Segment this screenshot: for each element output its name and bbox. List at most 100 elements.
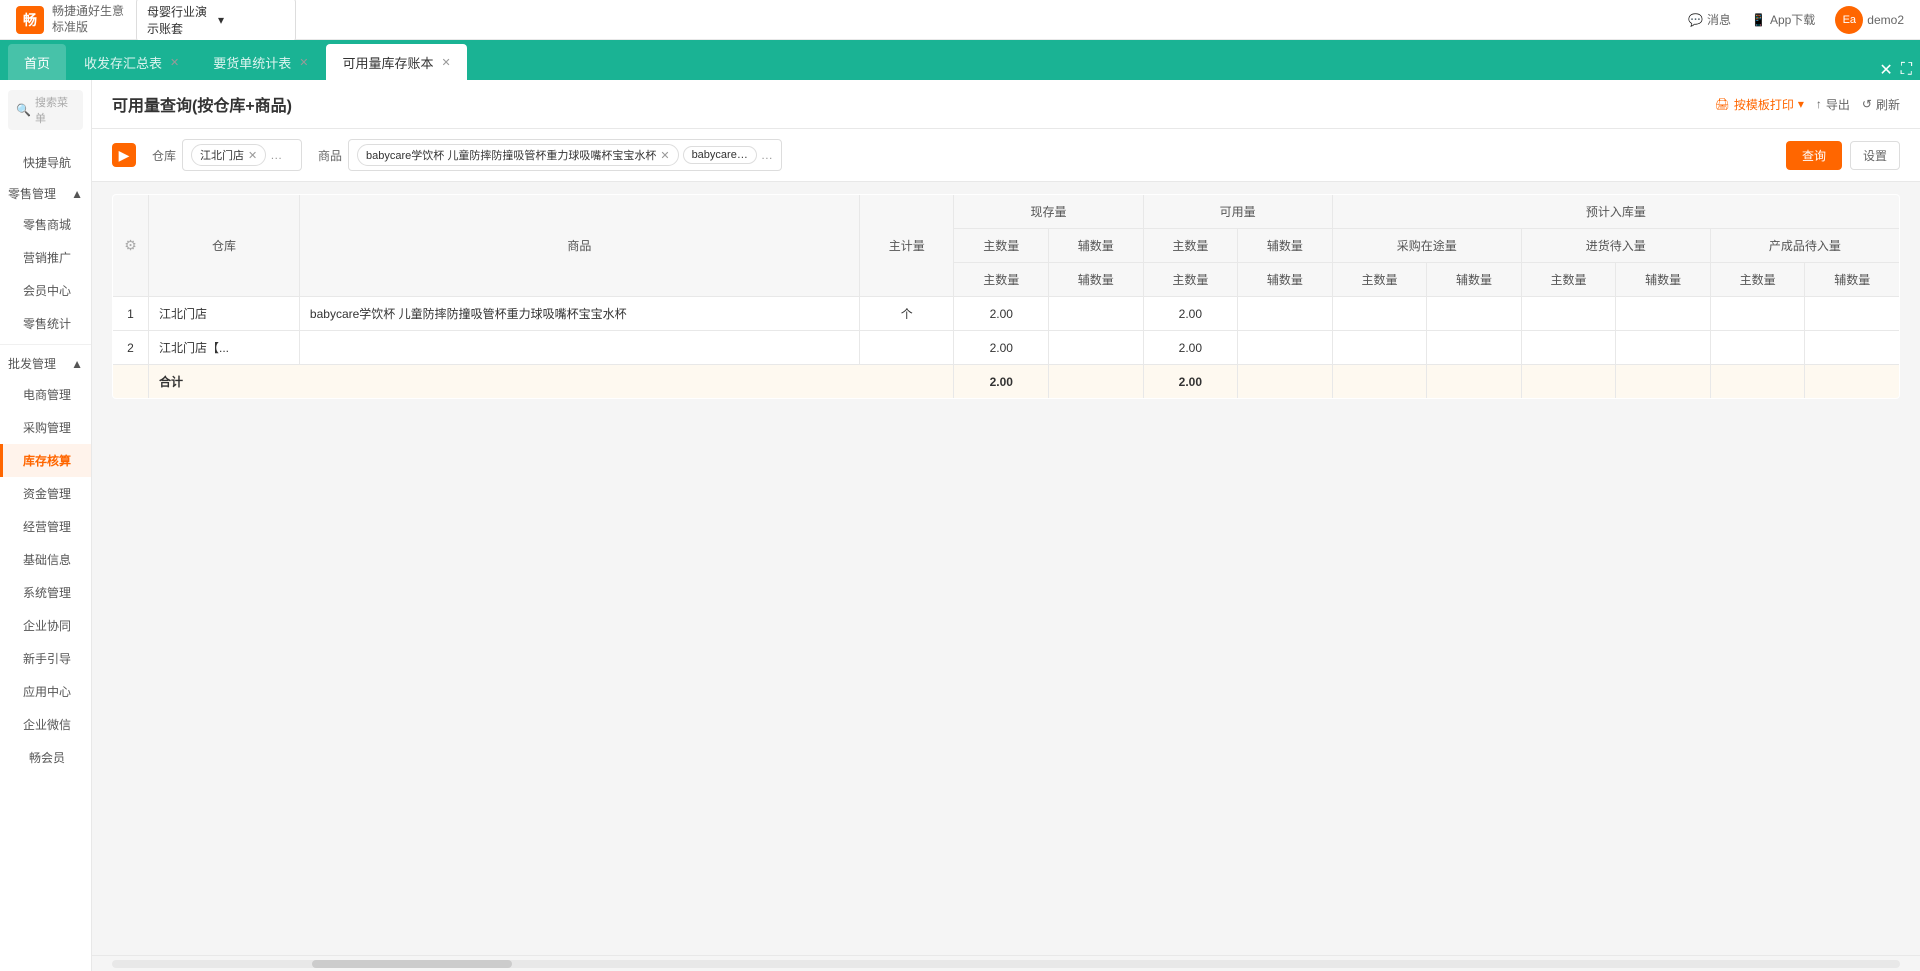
sidebar-item-quick-nav[interactable]: 快捷导航 [0,146,91,179]
th-stock-main: 主数量 [954,229,1049,263]
nav-tabs: 首页 收发存汇总表 ✕ 要货单统计表 ✕ 可用量库存账本 ✕ ✕ ⛶ [0,40,1920,80]
chevron-icon: ▲ [71,187,83,201]
chevron-down-icon: ▾ [218,13,285,27]
app-download-btn[interactable]: 📱 App下载 [1751,11,1815,28]
sidebar-item-inventory[interactable]: 库存核算 [0,444,91,477]
logo-icon: 畅 [16,6,44,34]
footer-prd-main [1710,365,1805,399]
sidebar-item-newbie[interactable]: 新手引导 [0,642,91,675]
sidebar-item-member2[interactable]: 畅会员 [0,741,91,774]
td-pt-main [1332,331,1427,365]
main-layout: 🔍 搜索菜单 快捷导航 零售管理 ▲ 零售商城 营销推广 会员中心 零售统计 [0,80,1920,971]
td-product [299,331,859,365]
close-available-stock-icon[interactable]: ✕ [442,56,451,69]
footer-pt-main [1332,365,1427,399]
td-pp-aux [1616,331,1711,365]
td-unit: 个 [859,297,954,331]
footer-label: 合计 [149,365,954,399]
filter-bar: ▶ 仓库 江北门店 ✕ … 商品 babycare学饮杯 儿童防摔防撞吸管杯重力… [92,129,1920,182]
table-row: 1 江北门店 babycare学饮杯 儿童防摔防撞吸管杯重力球吸嘴杯宝宝水杯 个… [113,297,1900,331]
sidebar-item-ops[interactable]: 经营管理 [0,510,91,543]
th-pt-main: 主数量 [1332,263,1427,297]
industry-selector[interactable]: 母婴行业演示账套 ▾ [136,0,296,42]
close-window-icon[interactable]: ✕ [1879,60,1892,80]
sidebar-item-ecom[interactable]: 电商管理 [0,378,91,411]
td-warehouse: 江北门店 [149,297,300,331]
th-pp-main: 主数量 [1521,263,1616,297]
message-btn[interactable]: 💬 消息 [1688,11,1731,28]
refresh-icon: ↺ [1862,97,1872,111]
print-chevron-icon: ▾ [1798,97,1804,111]
sidebar-item-collab[interactable]: 企业协同 [0,609,91,642]
sidebar-item-corp-wechat[interactable]: 企业微信 [0,708,91,741]
sidebar-search-area: 🔍 搜索菜单 [0,80,91,140]
user-menu[interactable]: Ea demo2 [1835,6,1904,34]
th-product: 商品 [299,195,859,297]
scroll-track[interactable] [112,960,1900,968]
top-bar: 畅 畅捷通好生意 标准版 母婴行业演示账套 ▾ 💬 消息 📱 App下载 Ea … [0,0,1920,40]
sidebar-group-wholesale[interactable]: 批发管理 ▲ [0,349,91,378]
nav-tabs-actions: ✕ ⛶ [1879,60,1912,80]
td-pp-main [1521,297,1616,331]
product-input[interactable]: babycare学饮杯 儿童防摔防撞吸管杯重力球吸嘴杯宝宝水杯 ✕ babyca… [348,139,782,171]
page-title: 可用量查询(按仓库+商品) [112,92,292,116]
footer-pt-aux [1427,365,1522,399]
divider [0,344,91,345]
warehouse-tag: 江北门店 ✕ [191,144,266,166]
download-icon: 📱 [1751,13,1766,27]
close-order-stats-icon[interactable]: ✕ [299,56,308,69]
scroll-thumb[interactable] [312,960,512,968]
td-stock-aux [1049,331,1144,365]
tab-available-stock[interactable]: 可用量库存账本 ✕ [326,44,466,80]
search-menu-input[interactable]: 🔍 搜索菜单 [8,90,83,130]
th-incoming-group: 预计入库量 [1332,195,1899,229]
page-header: 可用量查询(按仓库+商品) 🖨 按模板打印 ▾ ↑ 导出 ↺ 刷新 [92,80,1920,129]
export-icon: ↑ [1816,97,1822,111]
filter-expand-btn[interactable]: ▶ [112,143,136,167]
td-stock-main: 2.00 [954,297,1049,331]
remove-warehouse-icon[interactable]: ✕ [248,149,257,162]
th-pt-aux: 辅数量 [1427,263,1522,297]
search-icon: 🔍 [16,103,31,117]
footer-row: 合计 2.00 2.00 [113,365,1900,399]
settings-icon[interactable]: ⚙ [124,237,137,253]
fullscreen-icon[interactable]: ⛶ [1901,61,1912,79]
refresh-btn[interactable]: ↺ 刷新 [1862,96,1900,113]
th-prd-aux: 辅数量 [1805,263,1900,297]
th-prd-main: 主数量 [1710,263,1805,297]
td-unit [859,331,954,365]
sidebar-group-retail[interactable]: 零售管理 ▲ [0,179,91,208]
table-container: ⚙ 仓库 商品 主计量 现存量 可用量 预计入库量 主数量 辅数量 主数量 辅数… [92,182,1920,955]
warehouse-filter: 仓库 江北门店 ✕ … [152,139,302,171]
th-warehouse: 仓库 [149,195,300,297]
footer-pp-main [1521,365,1616,399]
tab-receipts[interactable]: 收发存汇总表 ✕ [68,44,195,80]
sidebar-item-basic[interactable]: 基础信息 [0,543,91,576]
sidebar-item-finance[interactable]: 资金管理 [0,477,91,510]
print-btn[interactable]: 🖨 按模板打印 ▾ [1715,96,1804,113]
message-icon: 💬 [1688,13,1703,27]
sidebar-item-retail-stats[interactable]: 零售统计 [0,307,91,340]
close-receipts-icon[interactable]: ✕ [170,56,179,69]
warehouse-ellipsis[interactable]: … [270,148,282,162]
td-avail-main: 2.00 [1143,297,1238,331]
td-prd-main [1710,331,1805,365]
sidebar-item-member[interactable]: 会员中心 [0,274,91,307]
sidebar-item-app-center[interactable]: 应用中心 [0,675,91,708]
th-pur-transit: 采购在途量 [1332,229,1521,263]
td-prd-aux [1805,297,1900,331]
sidebar-item-marketing[interactable]: 营销推广 [0,241,91,274]
td-pt-main [1332,297,1427,331]
warehouse-input[interactable]: 江北门店 ✕ … [182,139,302,171]
sidebar-item-retail-mall[interactable]: 零售商城 [0,208,91,241]
sidebar-item-system[interactable]: 系统管理 [0,576,91,609]
export-btn[interactable]: ↑ 导出 [1816,96,1850,113]
td-pp-aux [1616,297,1711,331]
tab-order-stats[interactable]: 要货单统计表 ✕ [197,44,324,80]
settings-btn[interactable]: 设置 [1850,141,1900,170]
sidebar-item-purchase[interactable]: 采购管理 [0,411,91,444]
remove-product1-icon[interactable]: ✕ [660,149,669,162]
query-btn[interactable]: 查询 [1786,141,1842,170]
product-ellipsis[interactable]: … [761,148,773,162]
tab-home[interactable]: 首页 [8,44,66,80]
